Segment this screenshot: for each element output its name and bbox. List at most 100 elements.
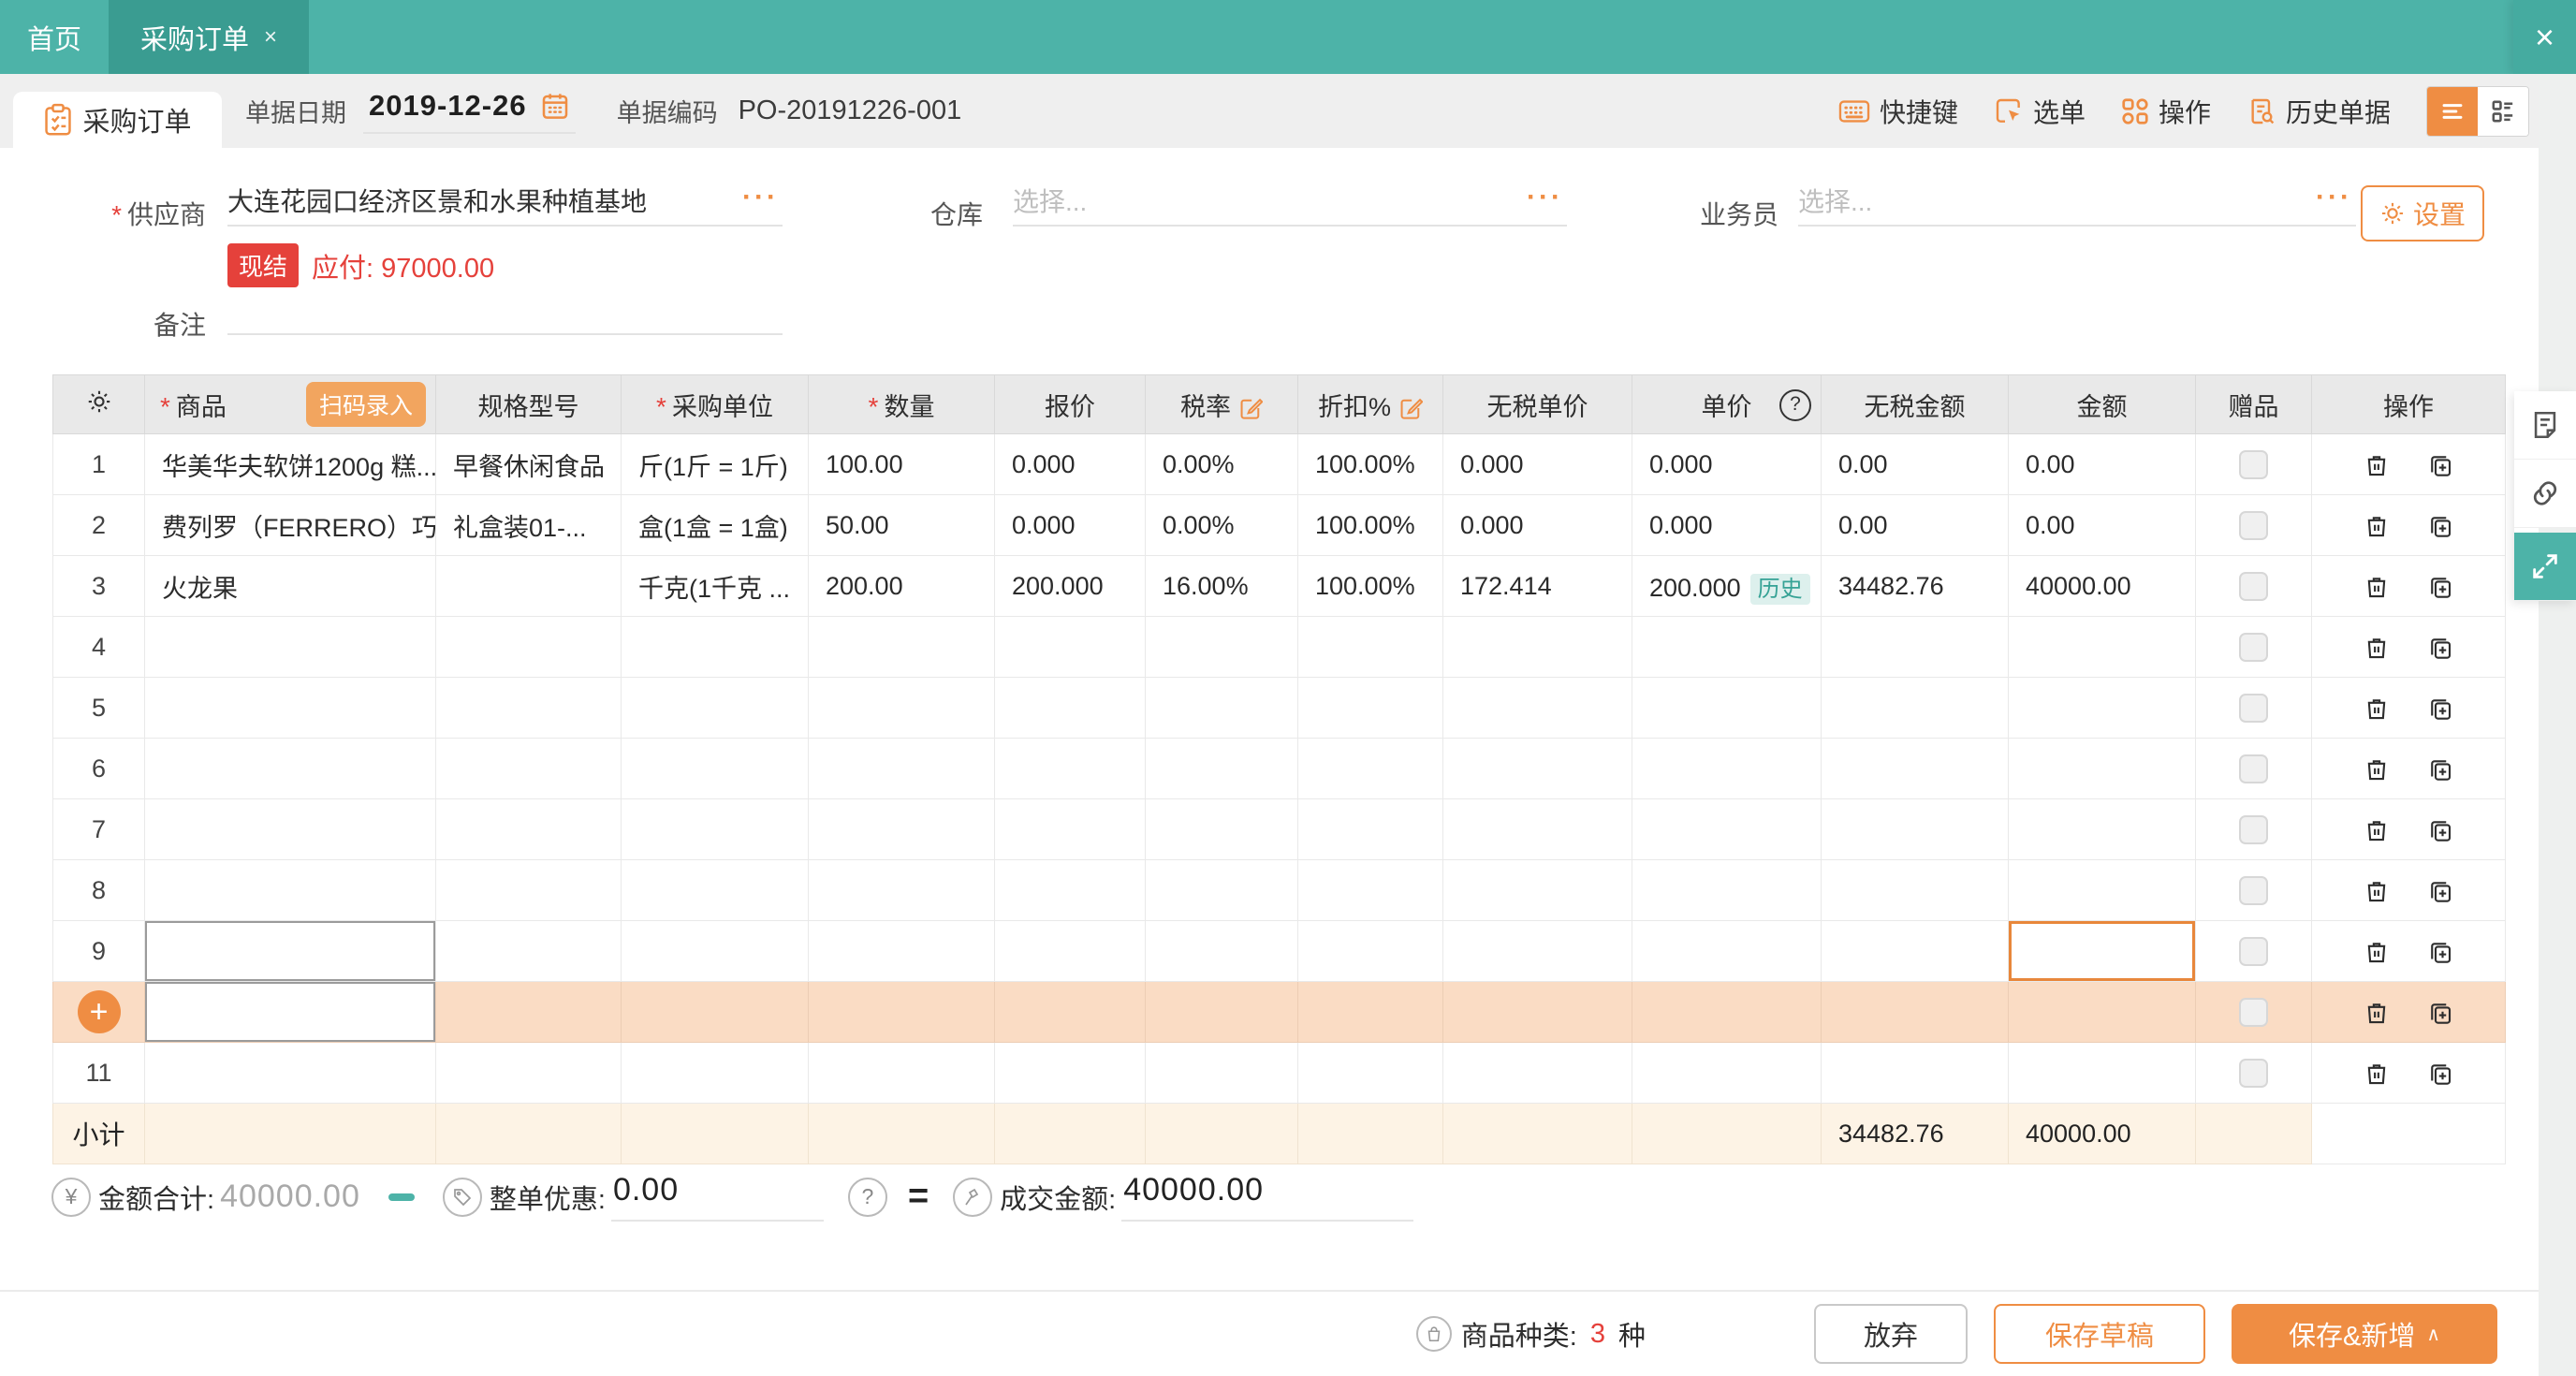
spec-cell[interactable]: [435, 1042, 622, 1104]
amount-cell[interactable]: [2008, 981, 2196, 1043]
tax-cell[interactable]: [1145, 859, 1298, 921]
notax-amount-cell[interactable]: [1821, 920, 2009, 982]
spec-cell[interactable]: [435, 738, 622, 799]
price-cell[interactable]: [994, 859, 1146, 921]
unit-cell[interactable]: 千克(1千克 ...: [621, 555, 809, 617]
spec-cell[interactable]: [435, 677, 622, 739]
qty-cell[interactable]: [808, 981, 995, 1043]
amount-cell[interactable]: [2008, 798, 2196, 860]
cancel-button[interactable]: 放弃: [1814, 1304, 1968, 1364]
unit-cell[interactable]: 斤(1斤 = 1斤): [621, 433, 809, 495]
gift-checkbox[interactable]: [2239, 754, 2268, 784]
notax-amount-cell[interactable]: 0.00: [1821, 494, 2009, 556]
notax-price-cell[interactable]: [1442, 859, 1632, 921]
edit-discount-icon[interactable]: [1398, 396, 1423, 420]
copy-row-icon[interactable]: [2426, 999, 2454, 1027]
notax-price-cell[interactable]: [1442, 738, 1632, 799]
delete-row-icon[interactable]: [2363, 877, 2391, 905]
gift-checkbox[interactable]: [2239, 998, 2268, 1028]
settings-button[interactable]: 设置: [2361, 185, 2484, 242]
discount-cell[interactable]: [1297, 1042, 1443, 1104]
salesman-more-button[interactable]: ···: [2316, 182, 2352, 213]
price-cell[interactable]: [994, 616, 1146, 678]
copy-row-icon[interactable]: [2426, 695, 2454, 723]
notax-amount-cell[interactable]: [1821, 798, 2009, 860]
amount-cell[interactable]: [2008, 677, 2196, 739]
discount-cell[interactable]: 100.00%: [1297, 494, 1443, 556]
amount-cell[interactable]: [2008, 738, 2196, 799]
spec-cell[interactable]: [435, 920, 622, 982]
unit-cell[interactable]: [621, 859, 809, 921]
notax-amount-cell[interactable]: [1821, 677, 2009, 739]
gift-checkbox[interactable]: [2239, 1059, 2268, 1089]
price-cell[interactable]: [994, 798, 1146, 860]
qty-cell[interactable]: 50.00: [808, 494, 995, 556]
tax-cell[interactable]: [1145, 616, 1298, 678]
unit-price-cell[interactable]: [1632, 677, 1822, 739]
amount-cell[interactable]: [2008, 616, 2196, 678]
scan-entry-button[interactable]: 扫码录入: [305, 382, 426, 427]
qty-cell[interactable]: [808, 616, 995, 678]
qty-cell[interactable]: [808, 738, 995, 799]
supplier-more-button[interactable]: ···: [742, 182, 779, 213]
unit-cell[interactable]: [621, 920, 809, 982]
notax-amount-cell[interactable]: [1821, 981, 2009, 1043]
amount-cell[interactable]: 40000.00: [2008, 555, 2196, 617]
qty-cell[interactable]: [808, 1042, 995, 1104]
notax-amount-cell[interactable]: [1821, 738, 2009, 799]
copy-row-icon[interactable]: [2426, 451, 2454, 479]
tax-cell[interactable]: [1145, 1042, 1298, 1104]
gift-checkbox[interactable]: [2239, 572, 2268, 602]
product-cell[interactable]: [144, 981, 436, 1043]
calendar-icon[interactable]: [540, 91, 570, 121]
save-draft-button[interactable]: 保存草稿: [1994, 1304, 2205, 1364]
notax-price-cell[interactable]: [1442, 981, 1632, 1043]
spec-cell[interactable]: [435, 981, 622, 1043]
card-view-button[interactable]: [2478, 86, 2528, 136]
unit-price-cell[interactable]: [1632, 920, 1822, 982]
unit-price-cell[interactable]: [1632, 616, 1822, 678]
price-cell[interactable]: [994, 920, 1146, 982]
gift-checkbox[interactable]: [2239, 511, 2268, 541]
copy-row-icon[interactable]: [2426, 1060, 2454, 1088]
tax-cell[interactable]: [1145, 677, 1298, 739]
product-cell[interactable]: [144, 738, 436, 799]
unit-price-cell[interactable]: 0.000: [1632, 433, 1822, 495]
notax-price-cell[interactable]: [1442, 920, 1632, 982]
copy-row-icon[interactable]: [2426, 877, 2454, 905]
unit-price-cell[interactable]: [1632, 859, 1822, 921]
tax-cell[interactable]: 0.00%: [1145, 433, 1298, 495]
warehouse-more-button[interactable]: ···: [1527, 182, 1563, 213]
product-cell[interactable]: [144, 859, 436, 921]
product-cell[interactable]: 华美华夫软饼1200g 糕...: [144, 433, 436, 495]
delete-row-icon[interactable]: [2363, 755, 2391, 783]
gift-checkbox[interactable]: [2239, 815, 2268, 845]
list-view-button[interactable]: [2427, 86, 2478, 136]
amount-cell[interactable]: 0.00: [2008, 433, 2196, 495]
spec-cell[interactable]: 早餐休闲食品: [435, 433, 622, 495]
final-amount-input[interactable]: 40000.00: [1121, 1172, 1414, 1222]
actions-button[interactable]: 操作: [2121, 93, 2211, 130]
tax-cell[interactable]: 0.00%: [1145, 494, 1298, 556]
unit-cell[interactable]: [621, 616, 809, 678]
amount-cell[interactable]: [2008, 1042, 2196, 1104]
price-cell[interactable]: [994, 738, 1146, 799]
date-input[interactable]: 2019-12-26: [363, 89, 576, 134]
notax-price-cell[interactable]: 172.414: [1442, 555, 1632, 617]
spec-cell[interactable]: 礼盒装01-...: [435, 494, 622, 556]
tax-cell[interactable]: [1145, 981, 1298, 1043]
unit-price-cell[interactable]: [1632, 981, 1822, 1043]
tax-cell[interactable]: [1145, 920, 1298, 982]
discount-cell[interactable]: [1297, 677, 1443, 739]
notax-price-cell[interactable]: [1442, 677, 1632, 739]
product-cell[interactable]: [144, 920, 436, 982]
salesman-field[interactable]: 选择... ···: [1798, 176, 2356, 227]
discount-cell[interactable]: 100.00%: [1297, 555, 1443, 617]
product-cell[interactable]: [144, 677, 436, 739]
help-icon[interactable]: ?: [1779, 389, 1811, 421]
tab-home[interactable]: 首页: [0, 0, 109, 74]
shortcut-keys-button[interactable]: 快捷键: [1838, 93, 1958, 130]
edit-tax-icon[interactable]: [1238, 396, 1263, 420]
add-row-button[interactable]: +: [77, 990, 121, 1033]
unit-cell[interactable]: [621, 981, 809, 1043]
